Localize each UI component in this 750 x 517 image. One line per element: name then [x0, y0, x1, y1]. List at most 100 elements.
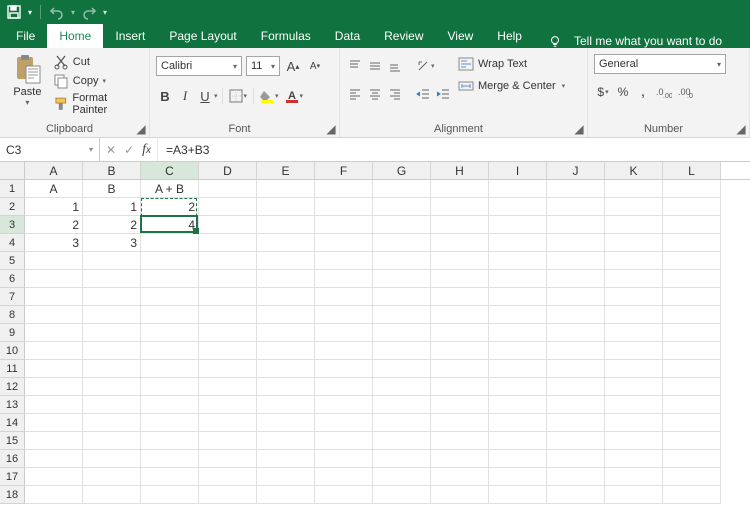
cell[interactable] [373, 216, 431, 234]
cell[interactable] [431, 198, 489, 216]
cell[interactable] [605, 432, 663, 450]
cell[interactable]: B [83, 180, 141, 198]
increase-indent-button[interactable] [434, 84, 452, 104]
align-bottom-button[interactable] [386, 56, 404, 76]
cell[interactable] [489, 288, 547, 306]
font-color-button[interactable]: A▾ [283, 86, 306, 106]
format-painter-button[interactable]: Format Painter [53, 92, 143, 116]
undo-dropdown-icon[interactable]: ▾ [71, 8, 75, 17]
cell[interactable] [605, 216, 663, 234]
cell[interactable] [315, 252, 373, 270]
cell[interactable] [315, 270, 373, 288]
decrease-indent-button[interactable] [414, 84, 432, 104]
cell[interactable] [373, 468, 431, 486]
cell[interactable] [257, 360, 315, 378]
tab-page-layout[interactable]: Page Layout [157, 24, 248, 48]
cell[interactable] [431, 342, 489, 360]
row-header[interactable]: 3 [0, 216, 25, 234]
cell[interactable] [373, 306, 431, 324]
cell[interactable] [25, 450, 83, 468]
cell[interactable] [199, 234, 257, 252]
column-header[interactable]: C [141, 162, 199, 179]
tab-review[interactable]: Review [372, 24, 435, 48]
cell[interactable] [25, 288, 83, 306]
cell[interactable] [199, 486, 257, 504]
borders-button[interactable]: ▾ [227, 86, 250, 106]
cell[interactable] [663, 450, 721, 468]
select-all-corner[interactable] [0, 162, 25, 179]
cell[interactable] [431, 288, 489, 306]
column-header[interactable]: E [257, 162, 315, 179]
cell[interactable]: 1 [25, 198, 83, 216]
cell[interactable] [547, 252, 605, 270]
align-top-button[interactable] [346, 56, 364, 76]
cell[interactable] [83, 396, 141, 414]
tab-view[interactable]: View [436, 24, 486, 48]
cell[interactable] [663, 252, 721, 270]
cell[interactable] [83, 414, 141, 432]
cell[interactable] [199, 216, 257, 234]
cell[interactable] [605, 270, 663, 288]
italic-button[interactable]: I [176, 86, 194, 106]
cell[interactable] [605, 378, 663, 396]
tab-file[interactable]: File [4, 24, 47, 48]
cell[interactable] [257, 396, 315, 414]
cell[interactable] [663, 234, 721, 252]
tab-insert[interactable]: Insert [103, 24, 157, 48]
enter-formula-icon[interactable]: ✓ [124, 143, 134, 157]
cell[interactable] [315, 216, 373, 234]
align-center-button[interactable] [366, 84, 384, 104]
cell[interactable] [663, 306, 721, 324]
cell[interactable] [257, 288, 315, 306]
decrease-decimal-button[interactable]: .00.0 [676, 82, 696, 102]
cell[interactable] [199, 324, 257, 342]
wrap-text-button[interactable]: Wrap Text [458, 56, 565, 72]
column-header[interactable]: F [315, 162, 373, 179]
cell[interactable] [257, 432, 315, 450]
cell[interactable] [489, 432, 547, 450]
cell[interactable] [489, 198, 547, 216]
cell[interactable] [547, 342, 605, 360]
row-header[interactable]: 10 [0, 342, 25, 360]
cell[interactable] [547, 216, 605, 234]
cell[interactable] [257, 486, 315, 504]
row-header[interactable]: 11 [0, 360, 25, 378]
column-header[interactable]: D [199, 162, 257, 179]
cell[interactable] [141, 396, 199, 414]
cell[interactable] [605, 396, 663, 414]
cell[interactable] [663, 378, 721, 396]
cell[interactable] [547, 468, 605, 486]
align-left-button[interactable] [346, 84, 364, 104]
comma-format-button[interactable]: , [634, 82, 652, 102]
alignment-dialog-launcher-icon[interactable]: ◢ [573, 123, 585, 135]
cell[interactable] [315, 360, 373, 378]
cell[interactable] [605, 234, 663, 252]
cell[interactable] [25, 396, 83, 414]
tab-data[interactable]: Data [323, 24, 372, 48]
cell[interactable] [315, 180, 373, 198]
cell[interactable] [83, 432, 141, 450]
cell[interactable] [489, 378, 547, 396]
column-header[interactable]: G [373, 162, 431, 179]
cell[interactable]: 1 [83, 198, 141, 216]
row-header[interactable]: 12 [0, 378, 25, 396]
cell[interactable] [489, 414, 547, 432]
cell[interactable] [489, 468, 547, 486]
cell[interactable] [83, 288, 141, 306]
cell[interactable] [489, 360, 547, 378]
cell[interactable] [605, 486, 663, 504]
cell[interactable] [605, 360, 663, 378]
fx-icon[interactable]: fx [142, 142, 151, 158]
cell[interactable] [489, 252, 547, 270]
cell[interactable] [489, 324, 547, 342]
column-header[interactable]: K [605, 162, 663, 179]
cell[interactable] [141, 252, 199, 270]
cell[interactable] [605, 324, 663, 342]
cell[interactable] [257, 342, 315, 360]
cell[interactable] [315, 288, 373, 306]
cell[interactable] [663, 324, 721, 342]
cell[interactable] [315, 342, 373, 360]
percent-format-button[interactable]: % [614, 82, 632, 102]
cell[interactable] [605, 450, 663, 468]
tab-formulas[interactable]: Formulas [249, 24, 323, 48]
